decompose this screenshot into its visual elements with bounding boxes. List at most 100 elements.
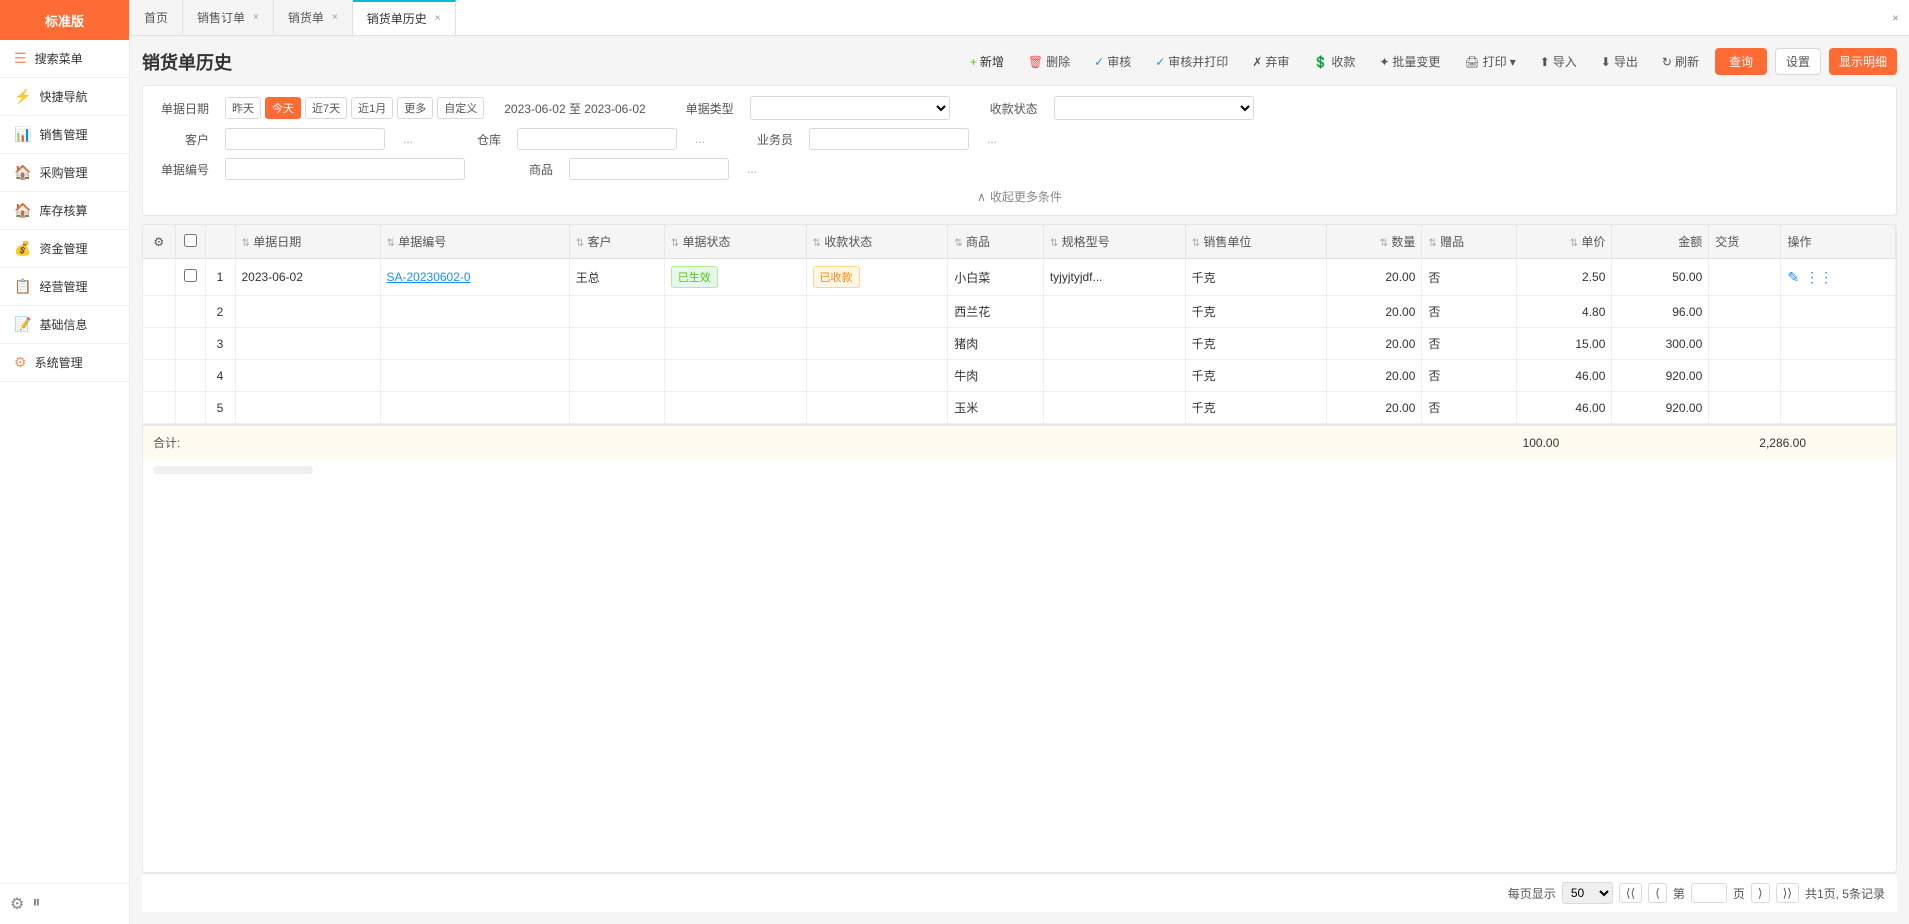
abandon-button[interactable]: ✗ 弃审: [1244, 49, 1297, 74]
edit-op-icon[interactable]: ✎: [1787, 269, 1799, 286]
col-settings[interactable]: ⚙: [143, 225, 175, 259]
doc-no-input[interactable]: [225, 158, 465, 180]
tab-sales-history[interactable]: 销货单历史 ×: [353, 0, 456, 35]
delete-button[interactable]: 🗑 删除: [1020, 49, 1078, 74]
print-button[interactable]: 🖨 打印 ▾: [1456, 49, 1523, 74]
staff-more-icon[interactable]: ...: [987, 132, 997, 146]
more-op-icon[interactable]: ⋮⋮: [1805, 269, 1833, 286]
page-size-label: 每页显示: [1508, 885, 1556, 902]
goods-input[interactable]: [569, 158, 729, 180]
sidebar-item-inventory[interactable]: 🏠 库存核算: [0, 192, 129, 230]
row-trade: [1709, 296, 1781, 328]
collapse-filter-btn[interactable]: ∧ 收起更多条件: [157, 188, 1882, 205]
date-btn-more[interactable]: 更多: [397, 97, 433, 119]
doc-no-link[interactable]: SA-20230602-0: [387, 270, 471, 284]
prev-page-btn[interactable]: ⟨: [1648, 883, 1667, 903]
page-header: 销货单历史 + 新增 🗑 删除 ✓ 审核 ✓ 审核并打印: [142, 48, 1897, 75]
tab-sales-delivery[interactable]: 销货单 ×: [274, 0, 353, 35]
customer-input[interactable]: [225, 128, 385, 150]
settings-button[interactable]: 设置: [1775, 48, 1821, 75]
col-gift[interactable]: ⇅ 赠品: [1422, 225, 1517, 259]
export-button[interactable]: ⬇ 导出: [1593, 49, 1646, 74]
sidebar-item-system-mgmt[interactable]: ⚙ 系统管理: [0, 344, 129, 382]
warehouse-more-icon[interactable]: ...: [695, 132, 705, 146]
total-info: 共1页, 5条记录: [1805, 885, 1885, 902]
tab-sales-delivery-close[interactable]: ×: [332, 12, 338, 23]
date-btn-yesterday[interactable]: 昨天: [225, 97, 261, 119]
row-doc-no: [380, 392, 569, 424]
sidebar-item-funds-mgmt[interactable]: 💰 资金管理: [0, 230, 129, 268]
sort-qty-icon: ⇅: [1380, 238, 1388, 249]
col-customer[interactable]: ⇅ 客户: [569, 225, 664, 259]
tab-home[interactable]: 首页: [130, 0, 183, 35]
collect-button[interactable]: 💲 收款: [1305, 49, 1363, 74]
select-all-checkbox[interactable]: [184, 234, 197, 247]
row-doc-no: [380, 360, 569, 392]
customer-more-icon[interactable]: ...: [403, 132, 413, 146]
row-unit: 千克: [1185, 328, 1327, 360]
close-all-tabs[interactable]: ×: [1882, 11, 1909, 25]
row-amount: 920.00: [1612, 360, 1709, 392]
new-button[interactable]: + 新增: [962, 49, 1012, 74]
sidebar-collapse-icon[interactable]: ⏸: [32, 894, 40, 914]
warehouse-input[interactable]: [517, 128, 677, 150]
row-qty: 20.00: [1327, 360, 1422, 392]
approve-button[interactable]: ✓ 审核: [1086, 49, 1139, 74]
col-spec[interactable]: ⇅ 规格型号: [1043, 225, 1185, 259]
horizontal-scrollbar[interactable]: [153, 466, 313, 474]
date-btn-custom[interactable]: 自定义: [437, 97, 484, 119]
row-checkbox[interactable]: [184, 269, 197, 282]
tab-bar: 首页 销售订单 × 销货单 × 销货单历史 × ×: [130, 0, 1909, 36]
col-doc-no[interactable]: ⇅ 单据编号: [380, 225, 569, 259]
page-size-select[interactable]: 50 100: [1562, 882, 1613, 904]
row-settings-cell: [143, 360, 175, 392]
sidebar-item-purchase-mgmt[interactable]: 🏠 采购管理: [0, 154, 129, 192]
goods-more-icon[interactable]: ...: [747, 162, 757, 176]
system-icon: ⚙: [14, 354, 27, 371]
sidebar-item-search-menu[interactable]: ☰ 搜索菜单: [0, 40, 129, 78]
collect-status-select[interactable]: [1054, 96, 1254, 120]
batch-change-button[interactable]: ✦ 批量变更: [1371, 49, 1448, 74]
col-goods[interactable]: ⇅ 商品: [948, 225, 1044, 259]
sidebar-settings-icon[interactable]: ⚙: [10, 894, 24, 914]
row-doc-no: SA-20230602-0: [380, 259, 569, 296]
row-checkbox-cell[interactable]: [175, 328, 205, 360]
row-checkbox-cell[interactable]: [175, 296, 205, 328]
sidebar-item-quick-nav[interactable]: ⚡ 快捷导航: [0, 78, 129, 116]
date-btn-7days[interactable]: 近7天: [305, 97, 347, 119]
row-num-cell: 3: [205, 328, 235, 360]
refresh-button[interactable]: ↻ 刷新: [1654, 49, 1707, 74]
date-btn-1month[interactable]: 近1月: [351, 97, 393, 119]
next-page-btn[interactable]: ⟩: [1751, 883, 1770, 903]
col-doc-status[interactable]: ⇅ 单据状态: [664, 225, 806, 259]
tab-sales-order[interactable]: 销售订单 ×: [183, 0, 274, 35]
row-unit-price: 46.00: [1517, 360, 1612, 392]
col-doc-date[interactable]: ⇅ 单据日期: [235, 225, 380, 259]
first-page-btn[interactable]: ⟨⟨: [1619, 883, 1642, 903]
col-collect-status[interactable]: ⇅ 收款状态: [806, 225, 948, 259]
sidebar-item-basic-info[interactable]: 📝 基础信息: [0, 306, 129, 344]
col-unit[interactable]: ⇅ 销售单位: [1185, 225, 1327, 259]
page-number-input[interactable]: 1: [1691, 883, 1727, 903]
refresh-icon: ↻: [1662, 55, 1672, 69]
col-amount[interactable]: 金额: [1612, 225, 1709, 259]
sidebar-item-operations[interactable]: 📋 经营管理: [0, 268, 129, 306]
col-qty[interactable]: ⇅ 数量: [1327, 225, 1422, 259]
tab-sales-order-close[interactable]: ×: [253, 12, 259, 23]
tab-sales-history-close[interactable]: ×: [435, 13, 441, 24]
row-checkbox-cell[interactable]: [175, 259, 205, 296]
table-settings-icon[interactable]: ⚙: [153, 235, 164, 249]
query-button[interactable]: 查询: [1715, 48, 1767, 75]
row-checkbox-cell[interactable]: [175, 360, 205, 392]
row-amount: 920.00: [1612, 392, 1709, 424]
col-unit-price[interactable]: ⇅ 单价: [1517, 225, 1612, 259]
row-checkbox-cell[interactable]: [175, 392, 205, 424]
last-page-btn[interactable]: ⟩⟩: [1776, 883, 1799, 903]
doc-type-select[interactable]: [750, 96, 950, 120]
approve-print-button[interactable]: ✓ 审核并打印: [1147, 49, 1236, 74]
import-button[interactable]: ⬆ 导入: [1532, 49, 1585, 74]
date-btn-today[interactable]: 今天: [265, 97, 301, 119]
display-detail-button[interactable]: 显示明细: [1829, 48, 1897, 75]
sidebar-item-sales-mgmt[interactable]: 📊 销售管理: [0, 116, 129, 154]
staff-input[interactable]: [809, 128, 969, 150]
